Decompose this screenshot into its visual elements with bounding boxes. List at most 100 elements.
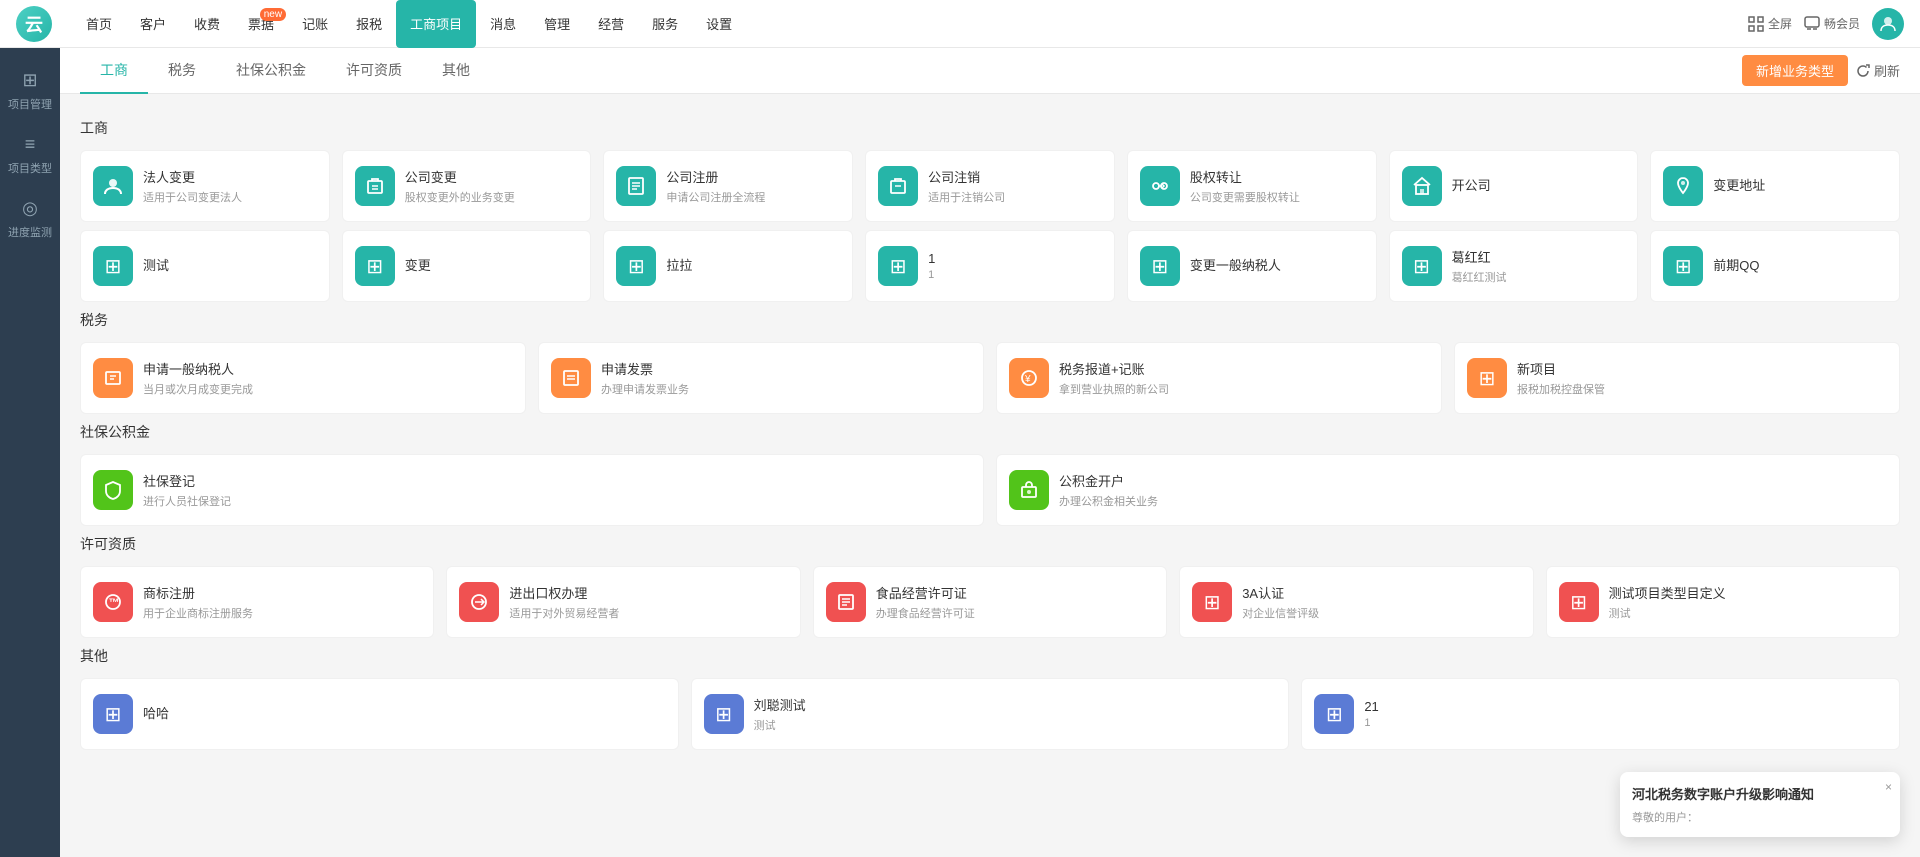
card-shenqing-nashui[interactable]: 申请一般纳税人 当月或次月成变更完成 [80,342,526,414]
haha-icon: ⊞ [93,694,133,734]
gongsi-zhuxiao-icon [878,166,918,206]
jinchuka-icon [459,582,499,622]
nashui-icon [93,358,133,398]
shuiwu-cards: 申请一般纳税人 当月或次月成变更完成 申请发票 办理申请发票业务 ¥ 税务报道 [80,342,1900,414]
card-shuiwu-jijia[interactable]: ¥ 税务报道+记账 拿到营业执照的新公司 [996,342,1442,414]
sidebar-item-project-manage[interactable]: ⊞ 项目管理 [0,58,60,122]
xuke-section-title: 许可资质 [80,534,1900,554]
tab-xuke[interactable]: 许可资质 [326,48,422,94]
biangeng-icon: ⊞ [355,246,395,286]
card-guquan-zhuanrang[interactable]: 股权转让 公司变更需要股权转让 [1127,150,1377,222]
refresh-button[interactable]: 刷新 [1856,61,1900,80]
fullscreen-icon [1748,16,1764,32]
card-xin-xiangmu[interactable]: ⊞ 新项目 报税加税控盘保管 [1454,342,1900,414]
card-gongjijin-kaihu[interactable]: 公积金开户 办理公积金相关业务 [996,454,1900,526]
sidebar-item-project-type[interactable]: ≡ 项目类型 [0,122,60,186]
card-kai-gongsi[interactable]: 开公司 [1389,150,1639,222]
3a-icon: ⊞ [1192,582,1232,622]
qq-icon: ⊞ [1663,246,1703,286]
sidebar-item-progress[interactable]: ◎ 进度监测 [0,186,60,250]
shangbiao-icon: ™ [93,582,133,622]
card-21[interactable]: ⊞ 21 1 [1301,678,1900,750]
card-3a-renzheng[interactable]: ⊞ 3A认证 对企业信誉评级 [1179,566,1533,638]
card-biangeng-dizhi[interactable]: 变更地址 [1650,150,1900,222]
qita-section-title: 其他 [80,646,1900,666]
notif-title: 河北税务数字账户升级影响通知 [1632,784,1888,803]
ceshi-icon: ⊞ [93,246,133,286]
21-icon: ⊞ [1314,694,1354,734]
nav-manage[interactable]: 管理 [530,0,584,48]
card-biangeng[interactable]: ⊞ 变更 [342,230,592,302]
nav-bookkeeping[interactable]: 记账 [288,0,342,48]
card-shenqing-fapiao[interactable]: 申请发票 办理申请发票业务 [538,342,984,414]
member-icon [1804,16,1820,32]
nav-gongshang[interactable]: 工商项目 [396,0,476,48]
svg-text:¥: ¥ [1024,374,1031,385]
gehh-icon: ⊞ [1402,246,1442,286]
jijia-icon: ¥ [1009,358,1049,398]
kai-gongsi-icon [1402,166,1442,206]
shuiwu-section-title: 税务 [80,310,1900,330]
user-avatar[interactable] [1872,8,1904,40]
card-liucong-ceshi[interactable]: ⊞ 刘聪测试 测试 [691,678,1290,750]
card-ceshi-xuke[interactable]: ⊞ 测试项目类型目定义 测试 [1546,566,1900,638]
shipin-icon [826,582,866,622]
card-gongsi-zhuxiao[interactable]: 公司注销 适用于注销公司 [865,150,1115,222]
nav-ticket[interactable]: 票据 new [234,0,288,48]
nav-business[interactable]: 经营 [584,0,638,48]
ceshi-xuke-icon: ⊞ [1559,582,1599,622]
refresh-icon [1856,64,1870,78]
card-gehonghong[interactable]: ⊞ 葛红红 葛红红测试 [1389,230,1639,302]
card-qianqi-qq[interactable]: ⊞ 前期QQ [1650,230,1900,302]
guquan-icon [1140,166,1180,206]
tab-bar: 工商 税务 社保公积金 许可资质 其他 新增业务类型 刷新 [60,48,1920,94]
card-1[interactable]: ⊞ 1 1 [865,230,1115,302]
new-type-button[interactable]: 新增业务类型 [1742,55,1848,86]
tab-qita[interactable]: 其他 [422,48,490,94]
one-icon: ⊞ [878,246,918,286]
nav-message[interactable]: 消息 [476,0,530,48]
nav-settings[interactable]: 设置 [692,0,746,48]
nav-right: 全屏 畅会员 [1748,8,1904,40]
nav-ticket-badge: new [260,8,286,21]
card-lala[interactable]: ⊞ 拉拉 [603,230,853,302]
card-ceshi[interactable]: ⊞ 测试 [80,230,330,302]
nav-customer[interactable]: 客户 [126,0,180,48]
card-jinchuka-banli[interactable]: 进出口权办理 适用于对外贸易经营者 [446,566,800,638]
nav-charge[interactable]: 收费 [180,0,234,48]
sidebar: ⊞ 项目管理 ≡ 项目类型 ◎ 进度监测 [0,48,60,857]
card-gongsi-biangeng[interactable]: 公司变更 股权变更外的业务变更 [342,150,592,222]
qita-cards: ⊞ 哈哈 ⊞ 刘聪测试 测试 ⊞ 21 1 [80,678,1900,750]
logo: 云 [16,6,52,42]
card-biangeng-納稅[interactable]: ⊞ 变更一般纳税人 [1127,230,1377,302]
liucong-icon: ⊞ [704,694,744,734]
tab-gongshang[interactable]: 工商 [80,48,148,94]
gongjijin-icon [1009,470,1049,510]
card-haha[interactable]: ⊞ 哈哈 [80,678,679,750]
gongshang-cards-row1: 法人变更 适用于公司变更法人 公司变更 股权变更外的业务变更 公司注册 [80,150,1900,222]
xuke-cards: ™ 商标注册 用于企业商标注册服务 进出口权办理 适用于对外贸易经营者 [80,566,1900,638]
fullscreen-btn[interactable]: 全屏 [1748,15,1792,32]
card-fazhen-biangeng[interactable]: 法人变更 适用于公司变更法人 [80,150,330,222]
notif-body: 尊敬的用户： [1632,809,1888,825]
member-btn[interactable]: 畅会员 [1804,15,1860,32]
nav-home[interactable]: 首页 [72,0,126,48]
svg-text:™: ™ [109,597,120,609]
notif-close-button[interactable]: × [1885,780,1892,794]
progress-icon: ◎ [18,196,42,220]
tab-shebao[interactable]: 社保公积金 [216,48,326,94]
project-manage-icon: ⊞ [18,68,42,92]
bng-nashui-icon: ⊞ [1140,246,1180,286]
card-shebao-dengji[interactable]: 社保登记 进行人员社保登记 [80,454,984,526]
gongsi-biangeng-icon [355,166,395,206]
shebao-icon [93,470,133,510]
card-shipin-xuke[interactable]: 食品经营许可证 办理食品经营许可证 [813,566,1167,638]
notification-popup: × 河北税务数字账户升级影响通知 尊敬的用户： [1620,772,1900,837]
tab-shuiwu[interactable]: 税务 [148,48,216,94]
nav-service[interactable]: 服务 [638,0,692,48]
dizhi-icon [1663,166,1703,206]
xin-xm-icon: ⊞ [1467,358,1507,398]
nav-tax[interactable]: 报税 [342,0,396,48]
card-shangbiao-zhuce[interactable]: ™ 商标注册 用于企业商标注册服务 [80,566,434,638]
card-gongsi-zhuce[interactable]: 公司注册 申请公司注册全流程 [603,150,853,222]
